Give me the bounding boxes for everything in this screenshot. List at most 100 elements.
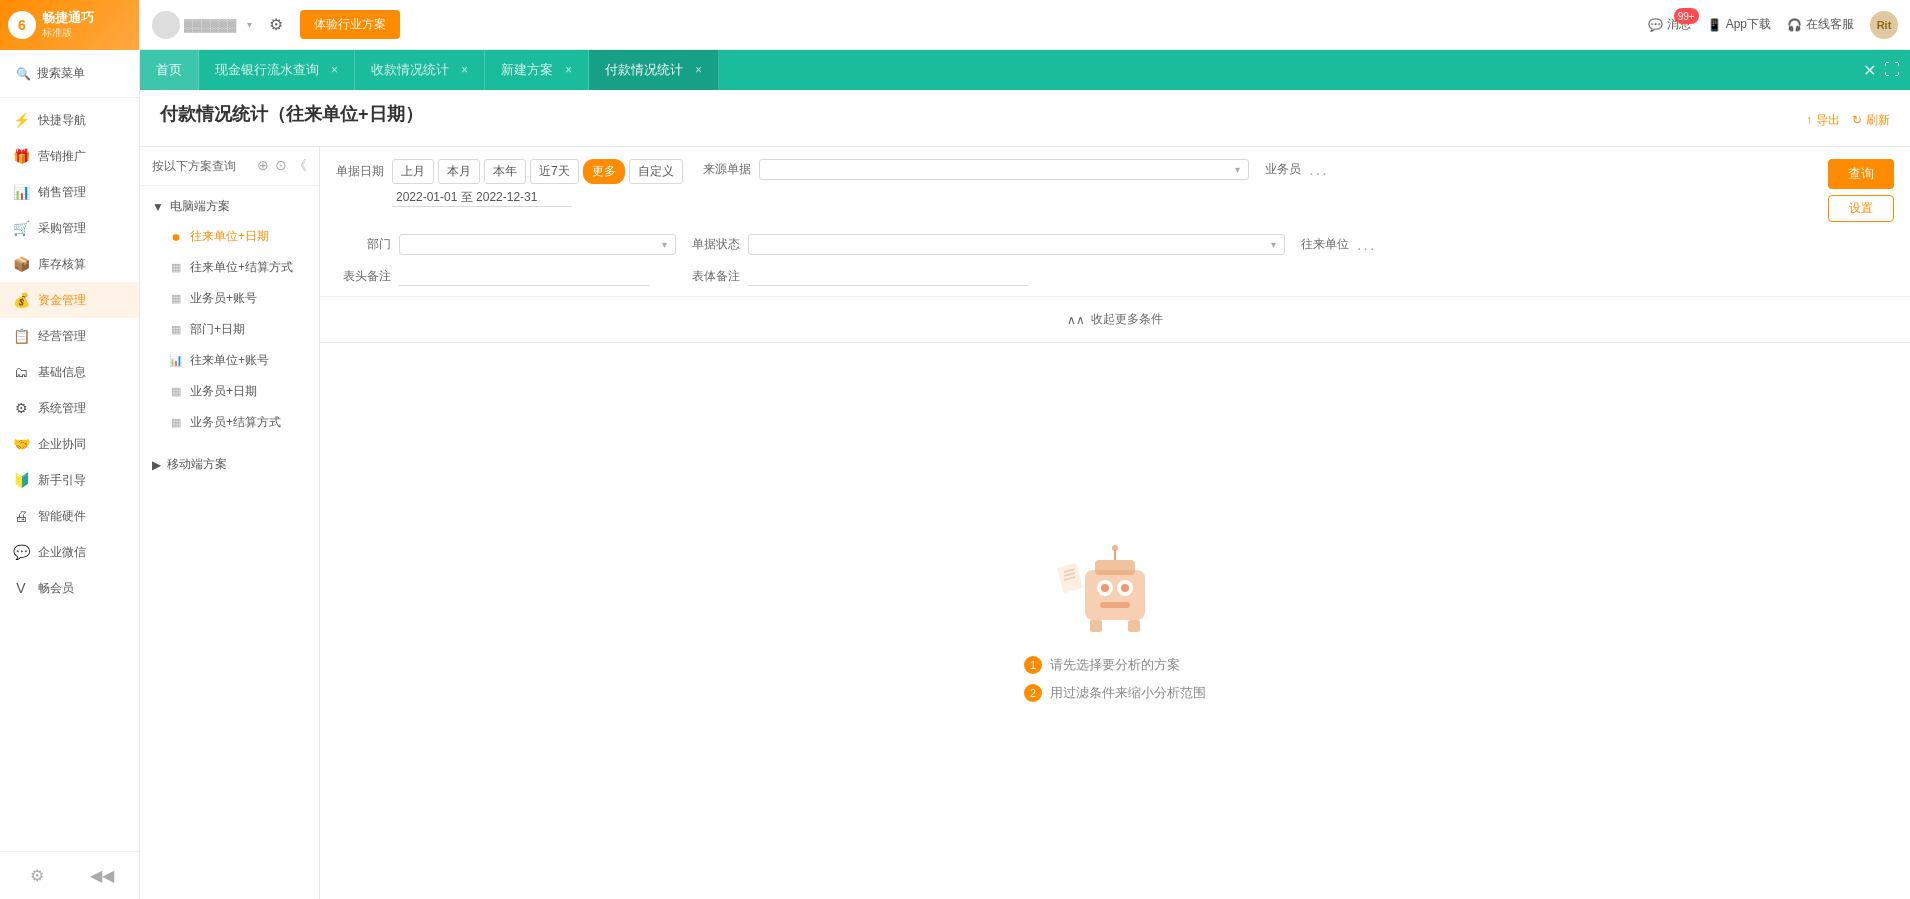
related-unit-dots[interactable]: ... [1357, 236, 1376, 254]
body-note-input[interactable] [748, 267, 1028, 286]
topbar-user[interactable]: ▓▓▓▓▓▓ [152, 11, 237, 39]
settings-footer-btn[interactable]: ⚙ [8, 860, 66, 891]
sidebar-header: 6 畅捷通巧 标准版 [0, 0, 139, 50]
dept-label: 部门 [336, 236, 391, 253]
sidebar-item-label: 采购管理 [38, 220, 86, 237]
scheme-group-mobile-header[interactable]: ▶ 移动端方案 [140, 450, 319, 479]
refresh-label: 刷新 [1866, 112, 1890, 129]
scheme-item-icon: ▦ [168, 384, 184, 400]
scheme-item-icon: ▦ [168, 322, 184, 338]
export-btn[interactable]: ↑ 导出 [1806, 112, 1840, 129]
marketing-icon: 🎁 [12, 147, 30, 165]
sidebar-item-vip[interactable]: V 畅会员 [0, 570, 139, 606]
scheme-item-icon: ▦ [168, 291, 184, 307]
date-this-month-btn[interactable]: 本月 [438, 159, 480, 184]
sidebar-item-finance[interactable]: 💰 资金管理 [0, 282, 139, 318]
scheme-item-employee-settle[interactable]: ▦ 业务员+结算方式 [140, 407, 319, 438]
tab-cash-flow[interactable]: 现金银行流水查询 × [199, 50, 355, 90]
related-unit-filter: 往来单位 ... [1301, 236, 1894, 254]
query-btn[interactable]: 查询 [1828, 159, 1894, 189]
sidebar-item-sales[interactable]: 📊 销售管理 [0, 174, 139, 210]
scheme-item-icon: ▦ [168, 415, 184, 431]
collapse-sidebar-btn[interactable]: ◀◀ [74, 860, 132, 891]
sidebar-item-ops[interactable]: 📋 经营管理 [0, 318, 139, 354]
maximize-btn[interactable]: ⛶ [1884, 61, 1900, 79]
tab-receipt-stats-close[interactable]: × [461, 63, 468, 77]
sidebar-item-quick-nav[interactable]: ⚡ 快捷导航 [0, 102, 139, 138]
purchase-icon: 🛒 [12, 219, 30, 237]
online-service-btn[interactable]: 🎧 在线客服 [1787, 16, 1854, 33]
add-scheme-btn[interactable]: ⊕ [257, 157, 269, 175]
tab-cash-flow-close[interactable]: × [331, 63, 338, 77]
sidebar-item-purchase[interactable]: 🛒 采购管理 [0, 210, 139, 246]
sidebar-search-section: 🔍 搜索菜单 [0, 50, 139, 98]
sidebar-item-marketing[interactable]: 🎁 营销推广 [0, 138, 139, 174]
refresh-icon: ↻ [1852, 113, 1862, 127]
employee-dots[interactable]: ... [1309, 161, 1328, 179]
date-range-input[interactable] [392, 188, 572, 207]
scheme-item-unit-date[interactable]: ● 往来单位+日期 [140, 221, 319, 252]
user-avatar[interactable]: Rit [1870, 11, 1898, 39]
topbar-gear-btn[interactable]: ⚙ [262, 11, 290, 39]
tab-payment-stats[interactable]: 付款情况统计 × [589, 50, 719, 90]
logo-text-container: 畅捷通巧 标准版 [42, 10, 94, 40]
sidebar-item-guide[interactable]: 🔰 新手引导 [0, 462, 139, 498]
sidebar-item-hardware[interactable]: 🖨 智能硬件 [0, 498, 139, 534]
collapse-more-btn[interactable]: ∧∧ 收起更多条件 [1067, 303, 1163, 336]
date-7days-btn[interactable]: 近7天 [530, 159, 579, 184]
basic-icon: 🗂 [12, 363, 30, 381]
scheme-panel-title: 按以下方案查询 [152, 158, 236, 175]
scheme-item-unit-account[interactable]: 📊 往来单位+账号 [140, 345, 319, 376]
doc-status-select[interactable]: ▾ [748, 234, 1285, 255]
employee-filter: 业务员 ... [1265, 159, 1812, 180]
date-more-btn[interactable]: 更多 [583, 159, 625, 184]
scheme-item-employee-date[interactable]: ▦ 业务员+日期 [140, 376, 319, 407]
collapse-scheme-btn[interactable]: 《 [293, 157, 307, 175]
date-this-year-btn[interactable]: 本年 [484, 159, 526, 184]
sidebar-item-label: 系统管理 [38, 400, 86, 417]
sidebar-item-inventory[interactable]: 📦 库存核算 [0, 246, 139, 282]
app-download-btn[interactable]: 📱 App下载 [1707, 16, 1771, 33]
tab-receipt-stats[interactable]: 收款情况统计 × [355, 50, 485, 90]
tab-payment-stats-close[interactable]: × [695, 63, 702, 77]
source-select[interactable]: ▾ [759, 159, 1250, 180]
refresh-btn[interactable]: ↻ 刷新 [1852, 112, 1890, 129]
trial-btn[interactable]: 体验行业方案 [300, 10, 400, 39]
topbar-username: ▓▓▓▓▓▓ [184, 18, 237, 32]
sidebar-item-corp[interactable]: 🤝 企业协同 [0, 426, 139, 462]
scheme-item-employee-account[interactable]: ▦ 业务员+账号 [140, 283, 319, 314]
dept-select[interactable]: ▾ [399, 234, 676, 255]
scheme-item-dept-date[interactable]: ▦ 部门+日期 [140, 314, 319, 345]
filter-settings-btn[interactable]: 设置 [1828, 195, 1894, 222]
service-icon: 🎧 [1787, 18, 1802, 32]
svg-point-4 [1101, 584, 1109, 592]
sidebar-item-wechat[interactable]: 💬 企业微信 [0, 534, 139, 570]
search-menu-item[interactable]: 🔍 搜索菜单 [8, 58, 131, 89]
date-custom-btn[interactable]: 自定义 [629, 159, 683, 184]
tab-new-scheme-close[interactable]: × [565, 63, 572, 77]
topbar-dropdown-arrow[interactable]: ▾ [247, 19, 252, 30]
scheme-item-unit-settle[interactable]: ▦ 往来单位+结算方式 [140, 252, 319, 283]
scheme-item-active-icon: ● [168, 229, 184, 245]
sidebar-item-system[interactable]: ⚙ 系统管理 [0, 390, 139, 426]
header-note-input[interactable] [399, 267, 649, 286]
tab-home[interactable]: 首页 [140, 50, 199, 90]
tab-receipt-stats-label: 收款情况统计 [371, 61, 449, 79]
sidebar-item-label: 营销推广 [38, 148, 86, 165]
tab-new-scheme[interactable]: 新建方案 × [485, 50, 589, 90]
date-value-display [392, 188, 683, 207]
sidebar-item-basic[interactable]: 🗂 基础信息 [0, 354, 139, 390]
date-buttons-row: 上月 本月 本年 近7天 更多 自定义 [392, 159, 683, 184]
sidebar-footer: ⚙ ◀◀ [0, 851, 139, 899]
settings-scheme-btn[interactable]: ⊙ [275, 157, 287, 175]
messages-btn[interactable]: 💬 消息 99+ [1648, 16, 1691, 33]
empty-tip-1: 1 请先选择要分析的方案 [1024, 656, 1206, 674]
page-header: 付款情况统计（往来单位+日期） ↑ 导出 ↻ 刷新 [140, 90, 1910, 147]
date-last-month-btn[interactable]: 上月 [392, 159, 434, 184]
svg-point-5 [1121, 584, 1129, 592]
svg-rect-6 [1100, 602, 1130, 608]
ops-icon: 📋 [12, 327, 30, 345]
scheme-group-desktop-header[interactable]: ▼ 电脑端方案 [140, 192, 319, 221]
main-content: 单据日期 上月 本月 本年 近7天 更多 自定义 [320, 147, 1910, 899]
close-all-tabs-btn[interactable]: ✕ [1863, 61, 1876, 80]
